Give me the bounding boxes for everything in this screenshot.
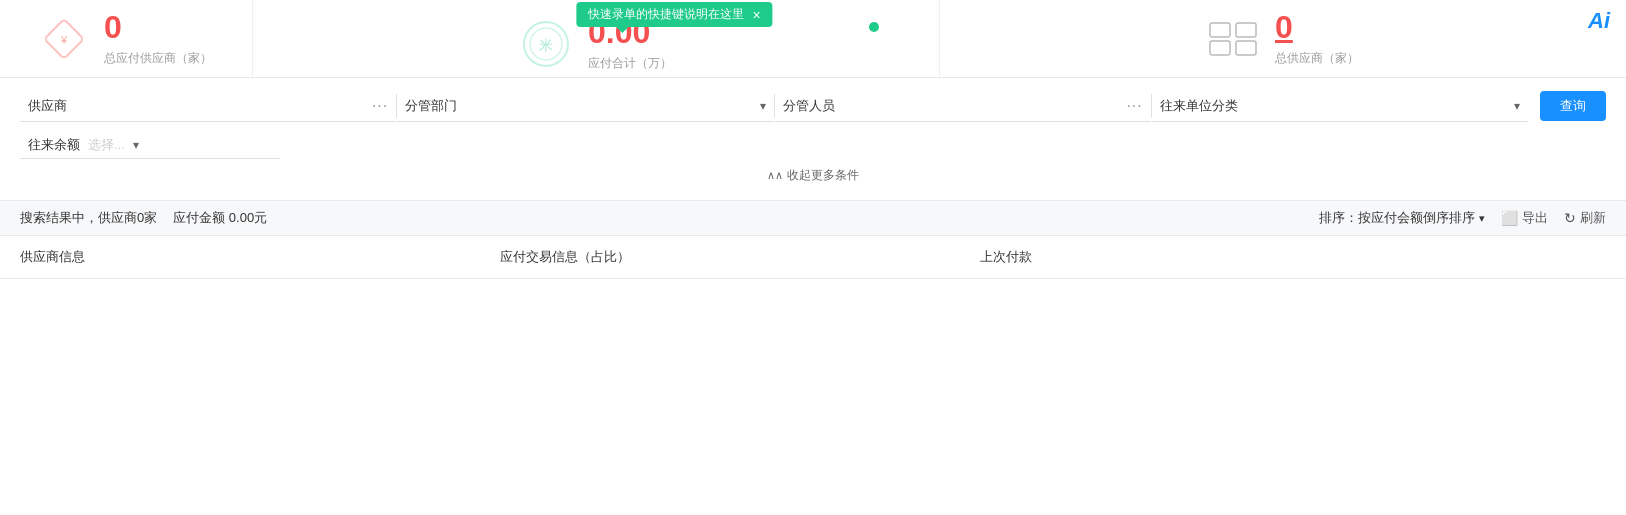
tooltip-bubble: 快速录单的快捷键说明在这里 × <box>576 2 772 27</box>
table-body <box>0 279 1626 515</box>
export-button[interactable]: ⬜ 导出 <box>1501 209 1548 227</box>
svg-text:¥: ¥ <box>60 34 68 46</box>
results-actions: 排序：按应付会额倒序排序 ▾ ⬜ 导出 ↻ 刷新 <box>1319 209 1606 227</box>
supplier-field: 供应商 ··· <box>20 90 396 122</box>
col-supplier-header: 供应商信息 <box>20 248 500 266</box>
amount-info: 应付金额 0.00元 <box>173 209 267 227</box>
svg-rect-5 <box>1210 23 1230 37</box>
search-row-1: 供应商 ··· 分管部门 ▾ 分管人员 ··· 往来单位分类 ▾ 查询 <box>20 90 1606 122</box>
unit-category-field: 往来单位分类 ▾ <box>1152 90 1528 122</box>
balance-label: 往来余额 <box>28 136 80 154</box>
manager-field: 分管人员 ··· <box>775 90 1151 122</box>
unit-category-arrow[interactable]: ▾ <box>1514 99 1520 113</box>
sort-select[interactable]: 排序：按应付会额倒序排序 ▾ <box>1319 209 1485 227</box>
payable-suppliers-number: 0 <box>104 10 212 45</box>
results-bar: 搜索结果中，供应商0家 应付金额 0.00元 排序：按应付会额倒序排序 ▾ ⬜ … <box>0 201 1626 236</box>
supplier-input[interactable] <box>76 98 364 113</box>
tooltip-close-button[interactable]: × <box>752 8 760 22</box>
sort-label: 排序：按应付会额倒序排序 <box>1319 209 1475 227</box>
manager-dots[interactable]: ··· <box>1126 97 1142 115</box>
col-transaction-header: 应付交易信息（占比） <box>500 248 980 266</box>
stat-payable-suppliers: ¥ 0 总应付供应商（家） <box>0 0 253 77</box>
diamond-icon: ¥ <box>40 15 88 63</box>
stat-payable-total: 快速录单的快捷键说明在这里 × 米 0.00 应付合计（万） <box>253 0 940 77</box>
supplier-label: 供应商 <box>28 97 68 115</box>
collapse-label: 收起更多条件 <box>787 167 859 184</box>
unit-category-input[interactable] <box>1246 98 1506 113</box>
svg-rect-6 <box>1236 23 1256 37</box>
supplier-dots[interactable]: ··· <box>372 97 388 115</box>
grid-icon <box>1207 19 1259 59</box>
department-arrow[interactable]: ▾ <box>760 99 766 113</box>
department-input[interactable] <box>465 98 751 113</box>
export-label: 导出 <box>1522 209 1548 227</box>
search-section: 供应商 ··· 分管部门 ▾ 分管人员 ··· 往来单位分类 ▾ 查询 <box>0 78 1626 201</box>
refresh-button[interactable]: ↻ 刷新 <box>1564 209 1606 227</box>
table-header: 供应商信息 应付交易信息（占比） 上次付款 <box>0 236 1626 279</box>
total-suppliers-label: 总供应商（家） <box>1275 50 1359 67</box>
svg-rect-7 <box>1210 41 1230 55</box>
ai-label[interactable]: Ai <box>1588 8 1610 34</box>
refresh-label: 刷新 <box>1580 209 1606 227</box>
balance-placeholder: 选择... <box>88 136 125 154</box>
refresh-icon: ↻ <box>1564 210 1576 226</box>
collapse-up-icon: ∧∧ <box>767 169 783 182</box>
manager-input[interactable] <box>843 98 1119 113</box>
svg-rect-8 <box>1236 41 1256 55</box>
sort-arrow: ▾ <box>1479 212 1485 225</box>
circle-icon: 米 <box>520 18 572 70</box>
tooltip-dot <box>869 22 879 32</box>
department-label: 分管部门 <box>405 97 457 115</box>
total-suppliers-number: 0 <box>1275 10 1359 45</box>
balance-field: 往来余额 选择... ▾ <box>20 132 280 159</box>
payable-total-label: 应付合计（万） <box>588 55 672 72</box>
manager-label: 分管人员 <box>783 97 835 115</box>
collapse-button[interactable]: ∧∧ 收起更多条件 <box>767 167 859 184</box>
stats-bar: ¥ 0 总应付供应商（家） 快速录单的快捷键说明在这里 × 米 <box>0 0 1626 78</box>
export-icon: ⬜ <box>1501 210 1518 226</box>
tooltip-text: 快速录单的快捷键说明在这里 <box>588 6 744 23</box>
balance-arrow[interactable]: ▾ <box>133 138 139 152</box>
search-row-2: 往来余额 选择... ▾ <box>20 132 1606 159</box>
search-button[interactable]: 查询 <box>1540 91 1606 121</box>
col-lastpay-header: 上次付款 <box>980 248 1606 266</box>
svg-text:米: 米 <box>539 37 553 53</box>
unit-category-label: 往来单位分类 <box>1160 97 1238 115</box>
results-info: 搜索结果中，供应商0家 <box>20 209 157 227</box>
payable-suppliers-label: 总应付供应商（家） <box>104 50 212 67</box>
department-field: 分管部门 ▾ <box>397 90 773 122</box>
stat-total-suppliers: 0 总供应商（家） Ai <box>940 0 1626 77</box>
